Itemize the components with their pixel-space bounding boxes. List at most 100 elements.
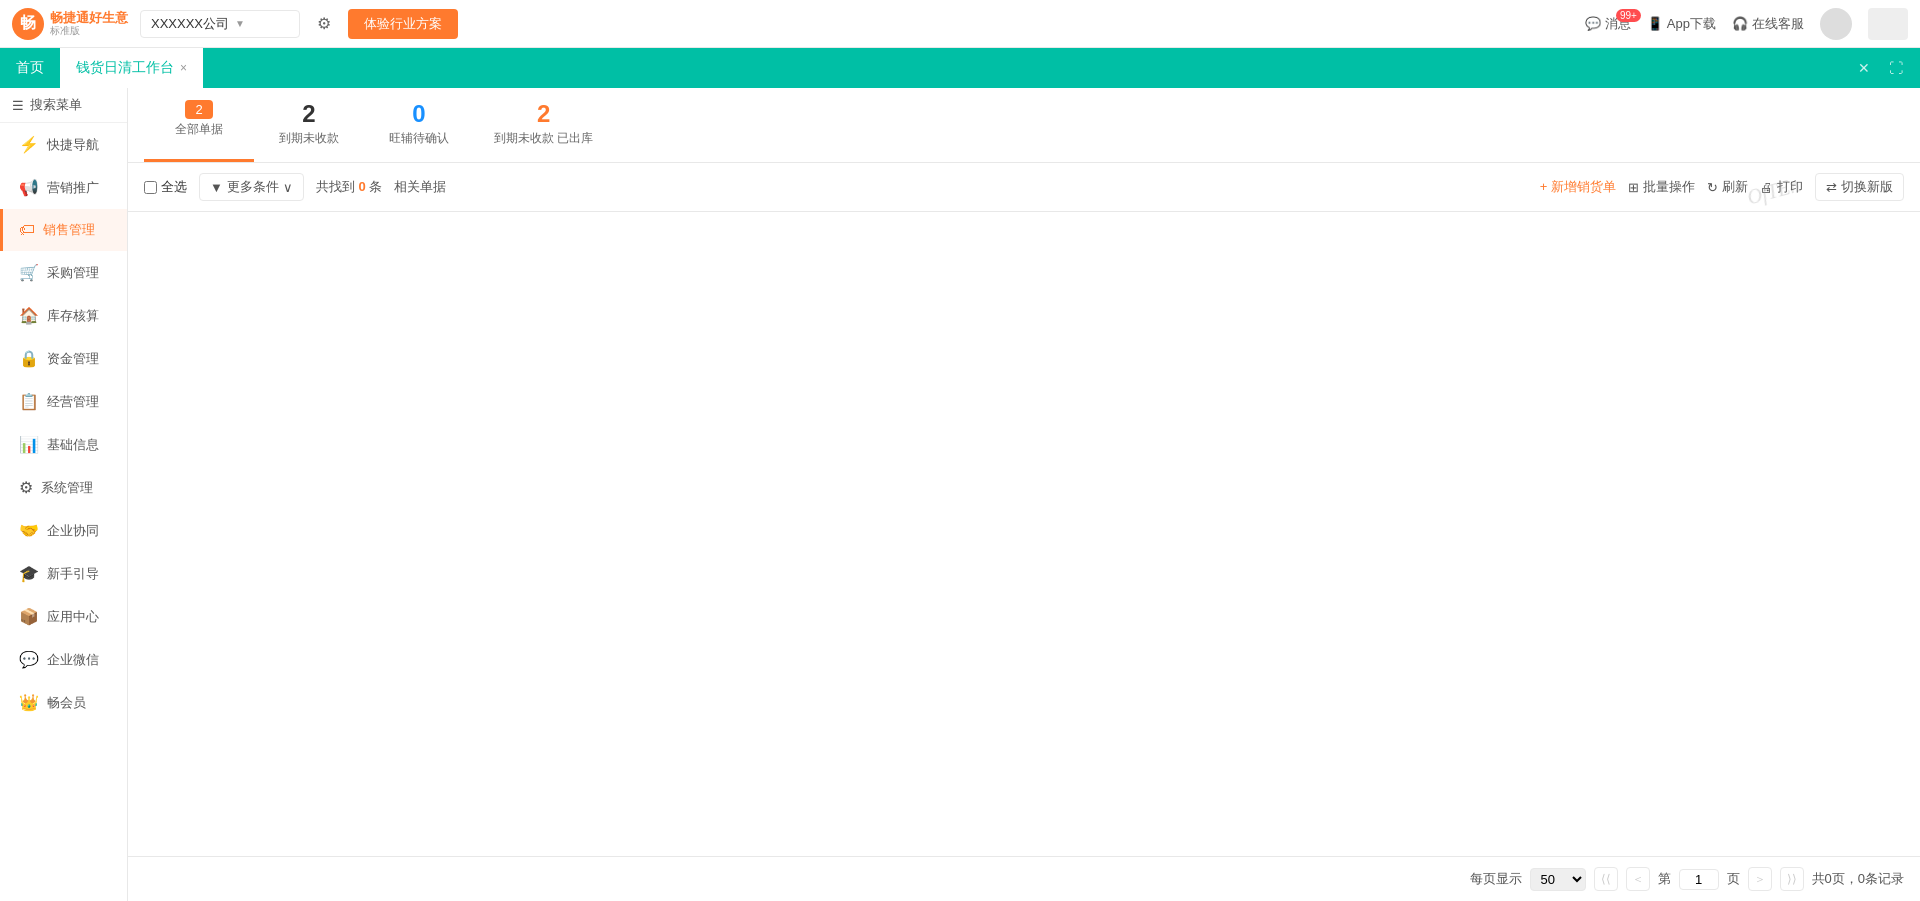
system-icon: ⚙ xyxy=(19,478,33,497)
app-download-button[interactable]: 📱 App下载 xyxy=(1647,15,1716,33)
stat-overdue-out-count: 2 xyxy=(537,100,550,128)
finance-icon: 🔒 xyxy=(19,349,39,368)
stat-tab-wangwang[interactable]: 0 旺辅待确认 xyxy=(364,88,474,162)
switch-icon: ⇄ xyxy=(1826,180,1837,195)
filter-button[interactable]: ▼ 更多条件 ∨ xyxy=(199,173,304,201)
refresh-button[interactable]: ↻ 刷新 xyxy=(1707,178,1748,196)
refresh-label: 刷新 xyxy=(1722,178,1748,196)
logo-area: 畅 畅捷通好生意 标准版 xyxy=(12,8,140,40)
tab-home[interactable]: 首页 xyxy=(0,48,60,88)
stat-overdue-count: 2 xyxy=(302,100,315,128)
member-icon: 👑 xyxy=(19,693,39,712)
print-button[interactable]: 🖨 打印 xyxy=(1760,178,1803,196)
sidebar-item-inventory[interactable]: 🏠 库存核算 xyxy=(0,294,127,337)
switch-version-button[interactable]: ⇄ 切换新版 xyxy=(1815,173,1904,201)
pagination-bar: 每页显示 50 100 200 ⟨⟨ ＜ 第 页 ＞ ⟩⟩ 共0页，0条记录 xyxy=(128,856,1920,901)
sidebar-item-marketing[interactable]: 📢 营销推广 xyxy=(0,166,127,209)
inventory-icon: 🏠 xyxy=(19,306,39,325)
message-button[interactable]: 💬 消息 99+ xyxy=(1585,15,1631,33)
page-number-input[interactable] xyxy=(1679,869,1719,890)
stat-tab-overdue[interactable]: 2 到期未收款 xyxy=(254,88,364,162)
sidebar-label-inventory: 库存核算 xyxy=(47,307,99,325)
sidebar-item-app-center[interactable]: 📦 应用中心 xyxy=(0,595,127,638)
logo-subtitle: 标准版 xyxy=(50,25,128,37)
sidebar-label-app-center: 应用中心 xyxy=(47,608,99,626)
sidebar-label-member: 畅会员 xyxy=(47,694,86,712)
sidebar-label-weixin: 企业微信 xyxy=(47,651,99,669)
sidebar-label-marketing: 营销推广 xyxy=(47,179,99,197)
filter-chevron-icon: ∨ xyxy=(283,180,293,195)
toolbar: 全选 ▼ 更多条件 ∨ 共找到 0 条 相关单据 + 新增销货单 ⊞ xyxy=(128,163,1920,212)
select-all-input[interactable] xyxy=(144,181,157,194)
stat-tab-all[interactable]: 2 全部单据 xyxy=(144,88,254,162)
nav-expand-button[interactable]: ⛶ xyxy=(1880,52,1912,84)
sidebar-label-quick-nav: 快捷导航 xyxy=(47,136,99,154)
page-size-select[interactable]: 50 100 200 xyxy=(1530,868,1586,891)
company-selector[interactable]: XXXXXX公司 ▼ xyxy=(140,10,300,38)
select-all-checkbox[interactable]: 全选 xyxy=(144,178,187,196)
switch-label: 切换新版 xyxy=(1841,178,1893,196)
prev-page-button[interactable]: ＜ xyxy=(1626,867,1650,891)
batch-operations-button[interactable]: ⊞ 批量操作 xyxy=(1628,178,1695,196)
batch-icon: ⊞ xyxy=(1628,180,1639,195)
last-page-button[interactable]: ⟩⟩ xyxy=(1780,867,1804,891)
header-right: 💬 消息 99+ 📱 App下载 🎧 在线客服 xyxy=(1585,8,1908,40)
filter-label: 更多条件 xyxy=(227,178,279,196)
stat-all-count: 2 xyxy=(185,100,212,119)
print-icon: 🖨 xyxy=(1760,180,1773,195)
first-page-button[interactable]: ⟨⟨ xyxy=(1594,867,1618,891)
company-name: XXXXXX公司 xyxy=(151,15,229,33)
sales-icon: 🏷 xyxy=(19,221,35,239)
sidebar-item-cooperation[interactable]: 🤝 企业协同 xyxy=(0,509,127,552)
sidebar-item-system[interactable]: ⚙ 系统管理 xyxy=(0,466,127,509)
sidebar-item-basic-info[interactable]: 📊 基础信息 xyxy=(0,423,127,466)
search-menu-button[interactable]: ☰ 搜索菜单 xyxy=(0,88,127,123)
settings-button[interactable]: ⚙ xyxy=(308,8,340,40)
online-service-button[interactable]: 🎧 在线客服 xyxy=(1732,15,1804,33)
content-area: 2 全部单据 2 到期未收款 0 旺辅待确认 2 到期未收款 已出库 xyxy=(128,88,1920,901)
quick-nav-icon: ⚡ xyxy=(19,135,39,154)
cooperation-icon: 🤝 xyxy=(19,521,39,540)
sidebar: ☰ 搜索菜单 ⚡ 快捷导航 📢 营销推广 🏷 销售管理 🛒 采购管理 🏠 库存核… xyxy=(0,88,128,901)
table-area xyxy=(128,212,1920,856)
page-label-suffix: 页 xyxy=(1727,870,1740,888)
top-header: 畅 畅捷通好生意 标准版 XXXXXX公司 ▼ ⚙ 体验行业方案 💬 消息 99… xyxy=(0,0,1920,48)
sidebar-item-purchase[interactable]: 🛒 采购管理 xyxy=(0,251,127,294)
stat-tab-overdue-out[interactable]: 2 到期未收款 已出库 xyxy=(474,88,613,162)
sidebar-label-basic-info: 基础信息 xyxy=(47,436,99,454)
add-sales-order-button[interactable]: + 新增销货单 xyxy=(1540,178,1616,196)
guide-icon: 🎓 xyxy=(19,564,39,583)
tab-close-icon[interactable]: × xyxy=(180,61,187,75)
logo-text: 畅捷通好生意 标准版 xyxy=(50,10,128,38)
avatar[interactable] xyxy=(1820,8,1852,40)
tab-workbench[interactable]: 钱货日清工作台 × xyxy=(60,48,203,88)
trial-button[interactable]: 体验行业方案 xyxy=(348,9,458,39)
sidebar-label-finance: 资金管理 xyxy=(47,350,99,368)
stats-tabs: 2 全部单据 2 到期未收款 0 旺辅待确认 2 到期未收款 已出库 xyxy=(128,88,1920,163)
nav-collapse-button[interactable]: ✕ xyxy=(1848,52,1880,84)
app-download-label: App下载 xyxy=(1667,15,1716,33)
user-name-area[interactable] xyxy=(1868,8,1908,40)
online-service-label: 在线客服 xyxy=(1752,15,1804,33)
select-all-label: 全选 xyxy=(161,178,187,196)
sidebar-item-guide[interactable]: 🎓 新手引导 xyxy=(0,552,127,595)
purchase-icon: 🛒 xyxy=(19,263,39,282)
sidebar-item-finance[interactable]: 🔒 资金管理 xyxy=(0,337,127,380)
sidebar-label-purchase: 采购管理 xyxy=(47,264,99,282)
sidebar-item-member[interactable]: 👑 畅会员 xyxy=(0,681,127,724)
sidebar-item-operations[interactable]: 📋 经营管理 xyxy=(0,380,127,423)
stat-all-label: 全部单据 xyxy=(175,121,223,138)
sidebar-item-quick-nav[interactable]: ⚡ 快捷导航 xyxy=(0,123,127,166)
sidebar-label-system: 系统管理 xyxy=(41,479,93,497)
found-text: 共找到 0 条 xyxy=(316,178,382,196)
sidebar-item-sales[interactable]: 🏷 销售管理 xyxy=(0,209,127,251)
next-page-button[interactable]: ＞ xyxy=(1748,867,1772,891)
logo-title: 畅捷通好生意 xyxy=(50,10,128,26)
marketing-icon: 📢 xyxy=(19,178,39,197)
page-label: 第 xyxy=(1658,870,1671,888)
sidebar-item-weixin[interactable]: 💬 企业微信 xyxy=(0,638,127,681)
main-layout: ☰ 搜索菜单 ⚡ 快捷导航 📢 营销推广 🏷 销售管理 🛒 采购管理 🏠 库存核… xyxy=(0,88,1920,901)
found-prefix: 共找到 xyxy=(316,179,355,194)
nav-tabs: 首页 钱货日清工作台 × ✕ ⛶ xyxy=(0,48,1920,88)
related-label: 相关单据 xyxy=(394,178,446,196)
